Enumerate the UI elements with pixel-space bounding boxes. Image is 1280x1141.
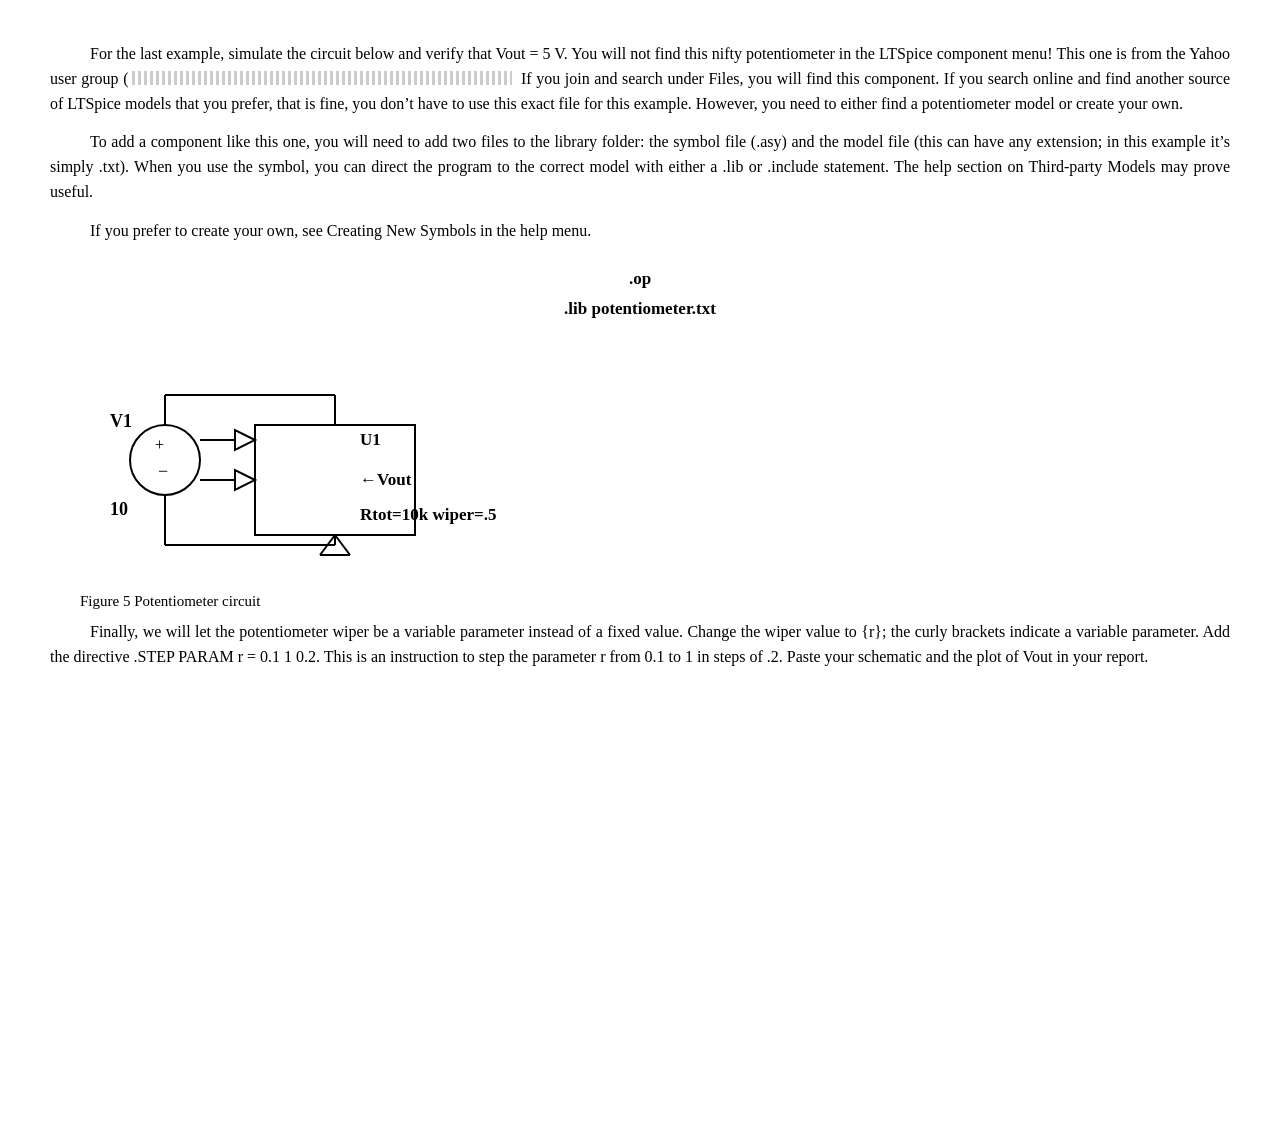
code-line-2: .lib potentiometer.txt <box>50 294 1230 325</box>
svg-text:V1: V1 <box>110 411 132 431</box>
url-redacted <box>132 71 512 85</box>
document-content: For the last example, simulate the circu… <box>50 42 1230 669</box>
paragraph-3: If you prefer to create your own, see Cr… <box>50 219 1230 244</box>
svg-text:10: 10 <box>110 499 128 519</box>
code-line-1: .op <box>50 264 1230 295</box>
svg-marker-15 <box>235 430 255 450</box>
paragraph-1: For the last example, simulate the circu… <box>50 42 1230 116</box>
svg-text:←Vout: ←Vout <box>360 470 412 489</box>
code-block: .op .lib potentiometer.txt <box>50 264 1230 325</box>
svg-text:U1: U1 <box>360 430 381 449</box>
svg-text:Rtot=10k wiper=.5: Rtot=10k wiper=.5 <box>360 505 496 524</box>
figure-caption: Figure 5 Potentiometer circuit <box>80 593 260 610</box>
svg-marker-16 <box>235 470 255 490</box>
svg-point-1 <box>130 425 200 495</box>
svg-text:−: − <box>158 461 168 481</box>
paragraph-2: To add a component like this one, you wi… <box>50 130 1230 204</box>
circuit-figure: V1 + − 10 <box>80 345 1230 610</box>
svg-line-13 <box>335 535 350 555</box>
circuit-svg: V1 + − 10 <box>80 345 580 575</box>
circuit-diagram: V1 + − 10 <box>80 345 580 575</box>
svg-text:+: + <box>155 436 164 453</box>
paragraph-4: Finally, we will let the potentiometer w… <box>50 620 1230 670</box>
